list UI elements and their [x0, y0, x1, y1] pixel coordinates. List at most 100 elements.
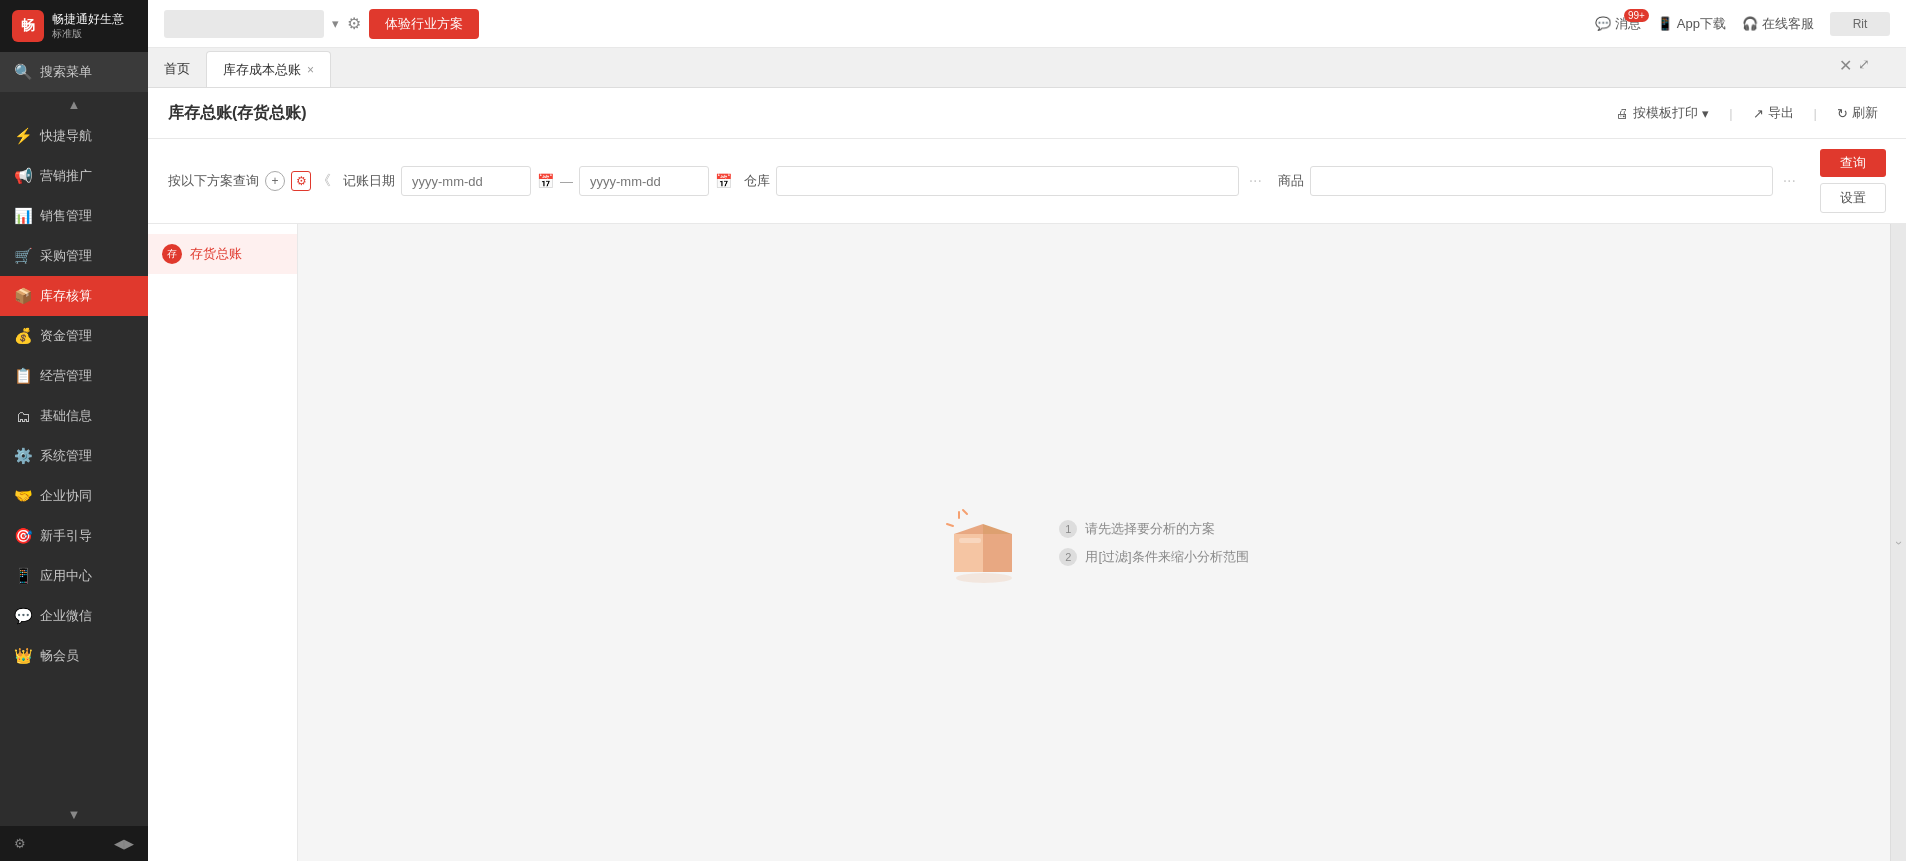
sidebar-search[interactable]: 🔍 搜索菜单: [0, 52, 148, 92]
sidebar-item-member[interactable]: 👑 畅会员: [0, 636, 148, 676]
calendar-end-icon[interactable]: 📅: [715, 173, 732, 189]
topbar-nav: ▾ ⚙ 体验行业方案: [164, 9, 1585, 39]
filter-config-icon[interactable]: ⚙: [291, 171, 311, 191]
sidebar-item-operations[interactable]: 📋 经营管理: [0, 356, 148, 396]
topbar-chevron-icon[interactable]: ▾: [332, 16, 339, 31]
topbar-app-download[interactable]: 📱 App下载: [1657, 15, 1726, 33]
tab-expand-btn[interactable]: ⤢: [1858, 56, 1870, 75]
collapse-icon[interactable]: ◀▶: [114, 836, 134, 851]
sidebar-footer: ⚙ ◀▶: [0, 826, 148, 861]
tab-home[interactable]: 首页: [148, 51, 206, 87]
refresh-icon: ↻: [1837, 106, 1848, 121]
warehouse-label: 仓库: [744, 172, 770, 190]
filter-product-group: 商品 ···: [1278, 166, 1800, 196]
export-icon: ↗: [1753, 106, 1764, 121]
date-end-input[interactable]: [579, 166, 709, 196]
phone-icon: 📱: [1657, 16, 1673, 31]
sidebar-item-marketing[interactable]: 📢 营销推广: [0, 156, 148, 196]
panel-toggle-icon: ›: [1892, 541, 1906, 545]
svg-line-8: [963, 510, 967, 514]
empty-hint-2: 2 用[过滤]条件来缩小分析范围: [1059, 548, 1248, 566]
print-dropdown-icon: ▾: [1702, 106, 1709, 121]
topbar-user-avatar[interactable]: Rit: [1830, 12, 1890, 36]
filter-date-group: 记账日期 📅 — 📅: [343, 166, 732, 196]
sidebar-item-cooperation[interactable]: 🤝 企业协同: [0, 476, 148, 516]
empty-icon: [939, 496, 1029, 589]
date-label: 记账日期: [343, 172, 395, 190]
settings-button[interactable]: 设置: [1820, 183, 1886, 213]
sidebar-scroll-down[interactable]: ▼: [0, 802, 148, 826]
date-dash: —: [560, 174, 573, 189]
newbie-icon: 🎯: [14, 527, 32, 545]
svg-rect-6: [959, 538, 981, 543]
svg-marker-3: [983, 524, 1012, 534]
calendar-start-icon[interactable]: 📅: [537, 173, 554, 189]
right-panel-toggle[interactable]: ›: [1890, 224, 1906, 861]
query-button[interactable]: 查询: [1820, 149, 1886, 177]
sidebar-item-basic[interactable]: 🗂 基础信息: [0, 396, 148, 436]
sidebar-item-inventory[interactable]: 📦 库存核算: [0, 276, 148, 316]
print-icon: 🖨: [1616, 106, 1629, 121]
warehouse-input[interactable]: [776, 166, 1239, 196]
scheme-icon: 存: [162, 244, 182, 264]
sidebar: 畅 畅捷通好生意 标准版 🔍 搜索菜单 ▲ ⚡ 快捷导航 📢 营销推广 📊 销售…: [0, 0, 148, 861]
empty-hints: 1 请先选择要分析的方案 2 用[过滤]条件来缩小分析范围: [1059, 520, 1248, 566]
svg-marker-2: [954, 524, 983, 534]
topbar-gear-icon[interactable]: ⚙: [347, 14, 361, 33]
product-input[interactable]: [1310, 166, 1773, 196]
finance-icon: 💰: [14, 327, 32, 345]
filter-collapse-icon[interactable]: 《: [317, 172, 331, 190]
sidebar-item-finance[interactable]: 💰 资金管理: [0, 316, 148, 356]
date-start-input[interactable]: [401, 166, 531, 196]
filter-label-group: 按以下方案查询 + ⚙ 《: [168, 171, 331, 191]
empty-state: 1 请先选择要分析的方案 2 用[过滤]条件来缩小分析范围: [939, 496, 1248, 589]
tab-close-btn[interactable]: ✕: [1839, 56, 1852, 75]
logo-text: 畅捷通好生意 标准版: [52, 12, 124, 41]
svg-marker-5: [983, 534, 1012, 572]
filter-warehouse-group: 仓库 ···: [744, 166, 1266, 196]
industry-btn[interactable]: 体验行业方案: [369, 9, 479, 39]
tab-right-controls: ✕ ⤢: [1839, 56, 1870, 75]
purchase-icon: 🛒: [14, 247, 32, 265]
refresh-btn[interactable]: ↻ 刷新: [1829, 100, 1886, 126]
sidebar-item-system[interactable]: ⚙️ 系统管理: [0, 436, 148, 476]
export-btn[interactable]: ↗ 导出: [1745, 100, 1802, 126]
scheme-panel: 存 存货总账: [148, 224, 298, 861]
product-more-icon[interactable]: ···: [1779, 172, 1800, 190]
sales-icon: 📊: [14, 207, 32, 225]
filter-add-icon[interactable]: +: [265, 171, 285, 191]
tab-inventory-ledger[interactable]: 库存成本总账 ×: [206, 51, 331, 87]
content-area: 存 存货总账: [148, 224, 1906, 861]
page-title: 库存总账(存货总账): [168, 103, 307, 124]
filter-bar: 按以下方案查询 + ⚙ 《 记账日期 📅 — 📅 仓库 ··· 商品 ··· 查…: [148, 139, 1906, 224]
sidebar-item-purchase[interactable]: 🛒 采购管理: [0, 236, 148, 276]
marketing-icon: 📢: [14, 167, 32, 185]
page-actions: 🖨 按模板打印 ▾ | ↗ 导出 | ↻ 刷新: [1608, 100, 1886, 126]
topbar-messages[interactable]: 💬 消息 99+: [1595, 15, 1641, 33]
search-icon: 🔍: [14, 63, 32, 81]
sidebar-item-appcenter[interactable]: 📱 应用中心: [0, 556, 148, 596]
appcenter-icon: 📱: [14, 567, 32, 585]
tab-close-icon[interactable]: ×: [307, 63, 314, 77]
scheme-item-stock-ledger[interactable]: 存 存货总账: [148, 234, 297, 274]
sidebar-item-wechat[interactable]: 💬 企业微信: [0, 596, 148, 636]
message-badge: 99+: [1624, 9, 1649, 22]
settings-icon[interactable]: ⚙: [14, 836, 26, 851]
sidebar-item-sales[interactable]: 📊 销售管理: [0, 196, 148, 236]
warehouse-more-icon[interactable]: ···: [1245, 172, 1266, 190]
sidebar-scroll-up[interactable]: ▲: [0, 92, 148, 116]
operations-icon: 📋: [14, 367, 32, 385]
topbar-online-service[interactable]: 🎧 在线客服: [1742, 15, 1814, 33]
inventory-icon: 📦: [14, 287, 32, 305]
shortcut-icon: ⚡: [14, 127, 32, 145]
topbar-breadcrumb: [164, 10, 324, 38]
main-data-area: 1 请先选择要分析的方案 2 用[过滤]条件来缩小分析范围: [298, 224, 1890, 861]
logo-icon: 畅: [12, 10, 44, 42]
topbar: ▾ ⚙ 体验行业方案 💬 消息 99+ 📱 App下载 🎧 在线客服 Rit: [148, 0, 1906, 48]
system-icon: ⚙️: [14, 447, 32, 465]
print-btn[interactable]: 🖨 按模板打印 ▾: [1608, 100, 1717, 126]
main-area: ▾ ⚙ 体验行业方案 💬 消息 99+ 📱 App下载 🎧 在线客服 Rit: [148, 0, 1906, 861]
filter-actions: 查询 设置: [1820, 149, 1886, 213]
sidebar-item-shortcut[interactable]: ⚡ 快捷导航: [0, 116, 148, 156]
sidebar-item-newbie[interactable]: 🎯 新手引导: [0, 516, 148, 556]
